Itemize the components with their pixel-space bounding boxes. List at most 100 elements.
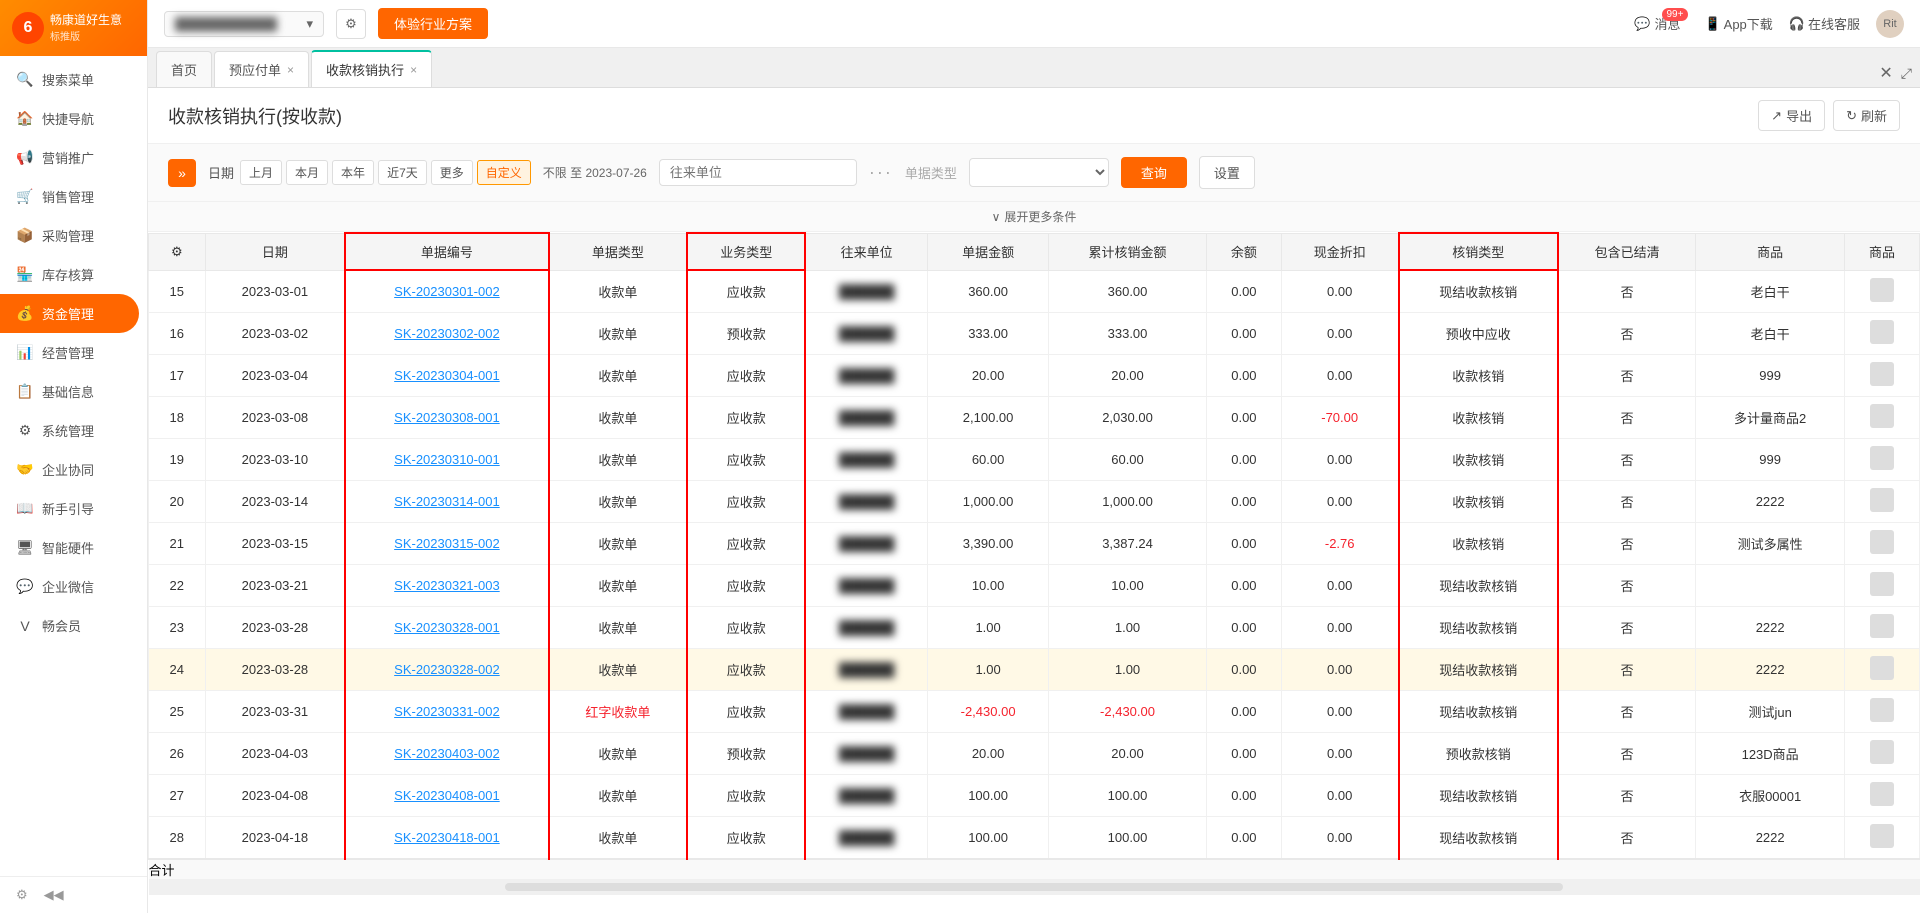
app-download[interactable]: 📱 App下载: [1704, 14, 1772, 33]
col-bill-no[interactable]: 单据编号: [345, 233, 548, 270]
cell-bill-no[interactable]: SK-20230308-001: [345, 396, 548, 438]
solution-btn[interactable]: 体验行业方案: [378, 8, 488, 39]
col-goods1[interactable]: 商品: [1696, 233, 1845, 270]
gear-button[interactable]: ⚙: [336, 9, 366, 39]
user-avatar[interactable]: Rit: [1876, 10, 1904, 38]
col-gear[interactable]: ⚙: [149, 233, 206, 270]
sidebar-item-search[interactable]: 🔍 搜索菜单: [0, 60, 147, 99]
col-cancel-type[interactable]: 核销类型: [1399, 233, 1558, 270]
bill-type-label: 单据类型: [905, 163, 957, 182]
cell-bill-type: 收款单: [549, 522, 688, 564]
table-row: 152023-03-01SK-20230301-002收款单应收款██████3…: [149, 270, 1920, 312]
cell-no: 23: [149, 606, 206, 648]
sidebar-item-basic[interactable]: 📋 基础信息: [0, 372, 147, 411]
last-7days-btn[interactable]: 近7天: [378, 160, 427, 185]
message-badge[interactable]: 💬 消息 99+: [1634, 14, 1680, 33]
cell-balance: 0.00: [1206, 690, 1281, 732]
workspace-selector[interactable]: ████████████ ▾: [164, 11, 324, 37]
sidebar-item-system[interactable]: ⚙ 系统管理: [0, 411, 147, 450]
sidebar-item-purchase[interactable]: 📦 采购管理: [0, 216, 147, 255]
cell-bill-no[interactable]: SK-20230310-001: [345, 438, 548, 480]
cell-bill-no[interactable]: SK-20230315-002: [345, 522, 548, 564]
horizontal-scrollbar[interactable]: [505, 883, 1563, 891]
tab-close-all[interactable]: ✕: [1879, 63, 1892, 83]
settings-icon[interactable]: ⚙: [16, 887, 28, 903]
cell-goods1: 999: [1696, 354, 1845, 396]
col-goods2[interactable]: 商品: [1844, 233, 1919, 270]
col-bill-type[interactable]: 单据类型: [549, 233, 688, 270]
this-year-btn[interactable]: 本年: [332, 160, 374, 185]
cell-goods2: [1844, 690, 1919, 732]
col-cancel-amount[interactable]: 累计核销金额: [1049, 233, 1207, 270]
sidebar-item-inventory[interactable]: 🏪 库存核算: [0, 255, 147, 294]
cell-include-settled: 否: [1558, 312, 1696, 354]
cell-date: 2023-03-28: [205, 648, 345, 690]
col-biz-type[interactable]: 业务类型: [687, 233, 805, 270]
online-service[interactable]: 🎧 在线客服: [1789, 14, 1860, 33]
tab-receipt-close[interactable]: ×: [410, 63, 417, 77]
tab-receipt-cancel[interactable]: 收款核销执行 ×: [311, 50, 432, 87]
collapse-btn[interactable]: ◀◀: [44, 887, 64, 903]
cell-bill-no[interactable]: SK-20230328-001: [345, 606, 548, 648]
this-month-btn[interactable]: 本月: [286, 160, 328, 185]
sidebar-footer: ⚙ ◀◀: [0, 876, 147, 913]
cell-bill-no[interactable]: SK-20230328-002: [345, 648, 548, 690]
last-month-btn[interactable]: 上月: [240, 160, 282, 185]
custom-date-btn[interactable]: 自定义: [477, 160, 531, 185]
sidebar-item-label: 资金管理: [42, 304, 94, 323]
cell-cancel-type: 现结收款核销: [1399, 564, 1558, 606]
query-btn[interactable]: 查询: [1121, 157, 1187, 188]
tab-payable[interactable]: 预应付单 ×: [214, 51, 309, 87]
refresh-btn[interactable]: ↻ 刷新: [1833, 100, 1900, 131]
col-balance[interactable]: 余额: [1206, 233, 1281, 270]
service-label: 在线客服: [1808, 14, 1860, 33]
cell-no: 19: [149, 438, 206, 480]
sidebar-item-label: 营销推广: [42, 148, 94, 167]
tab-expand[interactable]: ⤢: [1901, 65, 1912, 82]
cell-goods1: 多计量商品2: [1696, 396, 1845, 438]
bill-type-select[interactable]: [969, 158, 1109, 187]
expand-conditions-btn[interactable]: ∨ 展开更多条件: [992, 208, 1077, 225]
cell-bill-no[interactable]: SK-20230302-002: [345, 312, 548, 354]
finance-icon: 💰: [16, 305, 34, 322]
sidebar-item-corp[interactable]: 🤝 企业协同: [0, 450, 147, 489]
cell-cancel-amount: 60.00: [1049, 438, 1207, 480]
col-cash-discount[interactable]: 现金折扣: [1281, 233, 1398, 270]
logo-icon: 6: [12, 12, 44, 44]
sidebar-item-shortcuts[interactable]: 🏠 快捷导航: [0, 99, 147, 138]
col-include-settled[interactable]: 包含已结清: [1558, 233, 1696, 270]
sidebar-item-hardware[interactable]: 🖥 智能硬件: [0, 528, 147, 567]
settings-filter-btn[interactable]: 设置: [1199, 156, 1255, 189]
cell-goods1: 衣服00001: [1696, 774, 1845, 816]
cell-bill-no[interactable]: SK-20230408-001: [345, 774, 548, 816]
cell-bill-no[interactable]: SK-20230403-002: [345, 732, 548, 774]
sidebar-item-wechat[interactable]: 💬 企业微信: [0, 567, 147, 606]
sidebar-item-operations[interactable]: 📊 经营管理: [0, 333, 147, 372]
sidebar-item-sales[interactable]: 🛒 销售管理: [0, 177, 147, 216]
col-amount[interactable]: 单据金额: [928, 233, 1049, 270]
tab-payable-close[interactable]: ×: [287, 63, 294, 77]
filter-toggle-btn[interactable]: »: [168, 159, 196, 187]
sidebar-item-finance[interactable]: 💰 资金管理: [0, 294, 139, 333]
sidebar-item-member[interactable]: V 畅会员: [0, 606, 147, 645]
cell-balance: 0.00: [1206, 354, 1281, 396]
partner-input[interactable]: [659, 159, 857, 186]
export-btn[interactable]: ↗ 导出: [1758, 100, 1825, 131]
cell-bill-no[interactable]: SK-20230418-001: [345, 816, 548, 859]
cell-balance: 0.00: [1206, 522, 1281, 564]
cell-bill-no[interactable]: SK-20230301-002: [345, 270, 548, 312]
more-date-btn[interactable]: 更多: [431, 160, 473, 185]
table-row: 162023-03-02SK-20230302-002收款单预收款██████3…: [149, 312, 1920, 354]
sidebar-item-guide[interactable]: 📖 新手引导: [0, 489, 147, 528]
sidebar-item-marketing[interactable]: 📢 营销推广: [0, 138, 147, 177]
col-partner[interactable]: 往来单位: [805, 233, 927, 270]
cell-bill-no[interactable]: SK-20230314-001: [345, 480, 548, 522]
cell-biz-type: 应收款: [687, 564, 805, 606]
tab-home[interactable]: 首页: [156, 51, 212, 87]
cell-bill-no[interactable]: SK-20230331-002: [345, 690, 548, 732]
cell-bill-no[interactable]: SK-20230304-001: [345, 354, 548, 396]
cell-goods1: 老白干: [1696, 312, 1845, 354]
cell-bill-no[interactable]: SK-20230321-003: [345, 564, 548, 606]
col-date[interactable]: 日期: [205, 233, 345, 270]
cell-cancel-amount: 10.00: [1049, 564, 1207, 606]
